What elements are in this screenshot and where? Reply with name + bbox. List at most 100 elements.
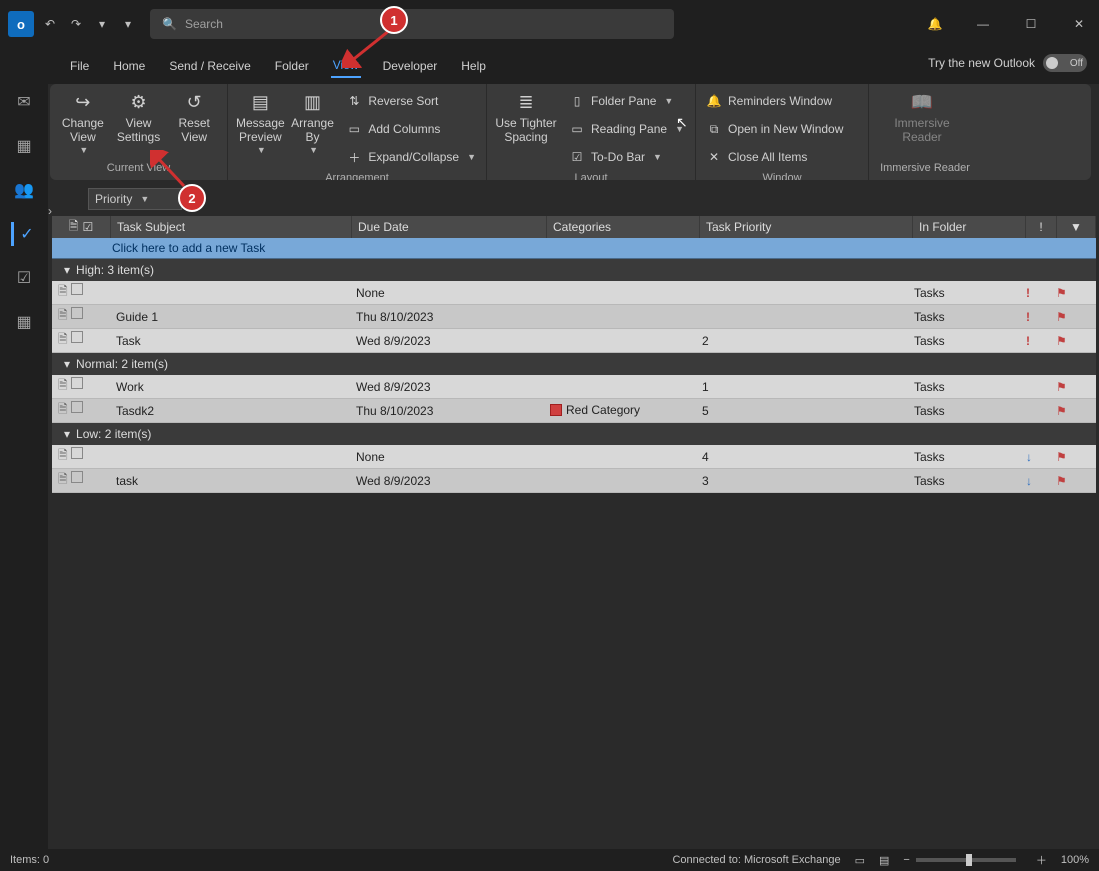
use-tighter-spacing-button[interactable]: ≣Use Tighter Spacing bbox=[493, 88, 559, 170]
reading-pane-button[interactable]: ▭Reading Pane▼ bbox=[565, 116, 688, 142]
col-subject[interactable]: Task Subject bbox=[111, 216, 352, 238]
ribbon-group-immersive: 📖Immersive Reader Immersive Reader bbox=[869, 84, 981, 180]
col-filter-icon[interactable]: ▼ bbox=[1057, 216, 1096, 238]
qat-dropdown-icon[interactable]: ▾ bbox=[118, 14, 138, 34]
group-header[interactable]: ▾Normal: 2 item(s) bbox=[52, 353, 1096, 375]
message-preview-button[interactable]: ▤Message Preview▼ bbox=[234, 88, 287, 170]
task-flag[interactable]: ⚑ bbox=[1050, 450, 1088, 464]
immersive-reader-icon: 📖 bbox=[911, 90, 933, 116]
task-row[interactable]: 🗎 TaskWed 8/9/20232Tasks!⚑ bbox=[52, 329, 1096, 353]
task-row[interactable]: 🗎 WorkWed 8/9/20231Tasks⚑ bbox=[52, 375, 1096, 399]
arrange-by-button[interactable]: ▥Arrange By▼ bbox=[289, 88, 337, 170]
try-new-toggle[interactable]: Off bbox=[1043, 54, 1087, 72]
task-due: None bbox=[350, 286, 544, 300]
callout-2: 2 bbox=[178, 184, 206, 212]
task-row[interactable]: 🗎 None4Tasks↓⚑ bbox=[52, 445, 1096, 469]
maximize-button[interactable]: ☐ bbox=[1017, 17, 1045, 31]
close-all-button[interactable]: ✕Close All Items bbox=[702, 144, 862, 170]
task-item-icon: 🗎 bbox=[58, 284, 68, 298]
task-flag[interactable]: ⚑ bbox=[1050, 286, 1088, 300]
task-complete-checkbox[interactable] bbox=[71, 331, 83, 343]
reverse-sort-button[interactable]: ⇅Reverse Sort bbox=[342, 88, 480, 114]
open-new-window-button[interactable]: ⧉Open in New Window bbox=[702, 116, 862, 142]
col-due-date[interactable]: Due Date bbox=[352, 216, 547, 238]
add-columns-icon: ▭ bbox=[346, 122, 362, 136]
task-folder: Tasks bbox=[908, 286, 1020, 300]
status-connection: Connected to: Microsoft Exchange bbox=[672, 854, 840, 866]
reminders-window-button[interactable]: 🔔Reminders Window bbox=[702, 88, 862, 114]
task-item-icon: 🗎 bbox=[58, 402, 68, 416]
col-folder[interactable]: In Folder bbox=[913, 216, 1026, 238]
view-reading-icon[interactable]: ▤ bbox=[879, 854, 889, 867]
people-icon[interactable]: 👥 bbox=[12, 178, 36, 202]
task-complete-checkbox[interactable] bbox=[71, 377, 83, 389]
title-bar: o ↶ ↷ ▾ ▾ 🔍 Search 🔔 — ☐ ✕ bbox=[0, 0, 1099, 48]
task-complete-checkbox[interactable] bbox=[71, 283, 83, 295]
outlook-app-icon: o bbox=[8, 11, 34, 37]
group-header[interactable]: ▾Low: 2 item(s) bbox=[52, 423, 1096, 445]
view-settings-button[interactable]: ⚙View Settings bbox=[112, 88, 166, 158]
col-importance-icon[interactable]: ! bbox=[1026, 216, 1057, 238]
notifications-icon[interactable]: 🔔 bbox=[921, 17, 949, 31]
tasks-icon[interactable]: ✓ bbox=[11, 222, 38, 246]
todo-icon[interactable]: ☑ bbox=[12, 266, 36, 290]
menu-send-receive[interactable]: Send / Receive bbox=[167, 55, 252, 77]
task-due: Thu 8/10/2023 bbox=[350, 404, 544, 418]
col-priority[interactable]: Task Priority bbox=[700, 216, 913, 238]
task-item-icon: 🗎 bbox=[58, 332, 68, 346]
search-input[interactable]: 🔍 Search bbox=[150, 9, 674, 39]
col-categories[interactable]: Categories bbox=[547, 216, 700, 238]
reset-view-button[interactable]: ↺Reset View bbox=[167, 88, 221, 158]
task-flag[interactable]: ⚑ bbox=[1050, 404, 1088, 418]
task-flag[interactable]: ⚑ bbox=[1050, 474, 1088, 488]
menu-help[interactable]: Help bbox=[459, 55, 488, 77]
zoom-in-button[interactable]: ＋ bbox=[1036, 852, 1047, 868]
task-row[interactable]: 🗎 Tasdk2Thu 8/10/2023Red Category5Tasks⚑ bbox=[52, 399, 1096, 423]
zoom-out-button[interactable]: − bbox=[903, 854, 909, 866]
redo-icon[interactable]: ↷ bbox=[66, 14, 86, 34]
ribbon-group-label-current-view: Current View bbox=[56, 160, 221, 176]
ribbon-group-label-layout: Layout bbox=[493, 170, 689, 180]
change-view-button[interactable]: ↪Change View▼ bbox=[56, 88, 110, 158]
menu-home[interactable]: Home bbox=[111, 55, 147, 77]
change-view-icon: ↪ bbox=[75, 90, 90, 116]
col-icon-header[interactable]: 🗎☑ bbox=[52, 216, 111, 238]
task-flag[interactable]: ⚑ bbox=[1050, 380, 1088, 394]
task-complete-checkbox[interactable] bbox=[71, 307, 83, 319]
task-complete-checkbox[interactable] bbox=[71, 471, 83, 483]
task-complete-checkbox[interactable] bbox=[71, 401, 83, 413]
more-apps-icon[interactable]: ▦ bbox=[12, 310, 36, 334]
new-task-row[interactable]: Click here to add a new Task bbox=[52, 238, 1096, 259]
zoom-slider[interactable] bbox=[916, 858, 1016, 862]
view-normal-icon[interactable]: ▭ bbox=[855, 854, 865, 867]
menu-file[interactable]: File bbox=[68, 55, 91, 77]
mail-icon[interactable]: ✉ bbox=[12, 90, 36, 114]
reset-icon: ↺ bbox=[187, 90, 202, 116]
folder-pane-button[interactable]: ▯Folder Pane▼ bbox=[565, 88, 688, 114]
ribbon-group-label-immersive: Immersive Reader bbox=[875, 160, 975, 176]
task-row[interactable]: 🗎 taskWed 8/9/20233Tasks↓⚑ bbox=[52, 469, 1096, 493]
reverse-sort-icon: ⇅ bbox=[346, 94, 362, 108]
try-new-outlook: Try the new Outlook Off bbox=[928, 54, 1087, 72]
undo-icon[interactable]: ↶ bbox=[40, 14, 60, 34]
calendar-icon[interactable]: ▦ bbox=[12, 134, 36, 158]
immersive-reader-button[interactable]: 📖Immersive Reader bbox=[875, 88, 969, 147]
task-complete-checkbox[interactable] bbox=[71, 447, 83, 459]
task-row[interactable]: 🗎 NoneTasks!⚑ bbox=[52, 281, 1096, 305]
task-row[interactable]: 🗎 Guide 1Thu 8/10/2023Tasks!⚑ bbox=[52, 305, 1096, 329]
expand-collapse-button[interactable]: ＋Expand/Collapse▼ bbox=[342, 144, 480, 170]
qat-customize-icon[interactable]: ▾ bbox=[92, 14, 112, 34]
menu-folder[interactable]: Folder bbox=[273, 55, 311, 77]
task-flag[interactable]: ⚑ bbox=[1050, 310, 1088, 324]
group-by-priority[interactable]: Priority▼ bbox=[88, 188, 182, 210]
task-due: Wed 8/9/2023 bbox=[350, 334, 544, 348]
add-columns-button[interactable]: ▭Add Columns bbox=[342, 116, 480, 142]
close-button[interactable]: ✕ bbox=[1065, 17, 1093, 31]
task-flag[interactable]: ⚑ bbox=[1050, 334, 1088, 348]
group-header[interactable]: ▾High: 3 item(s) bbox=[52, 259, 1096, 281]
todo-bar-button[interactable]: ☑To-Do Bar▼ bbox=[565, 144, 688, 170]
task-type-icon: 🗎 bbox=[69, 217, 79, 238]
arrow-1 bbox=[342, 28, 392, 68]
minimize-button[interactable]: — bbox=[969, 17, 997, 31]
left-nav-rail: ✉ ▦ 👥 ✓ ☑ ▦ bbox=[0, 0, 48, 849]
